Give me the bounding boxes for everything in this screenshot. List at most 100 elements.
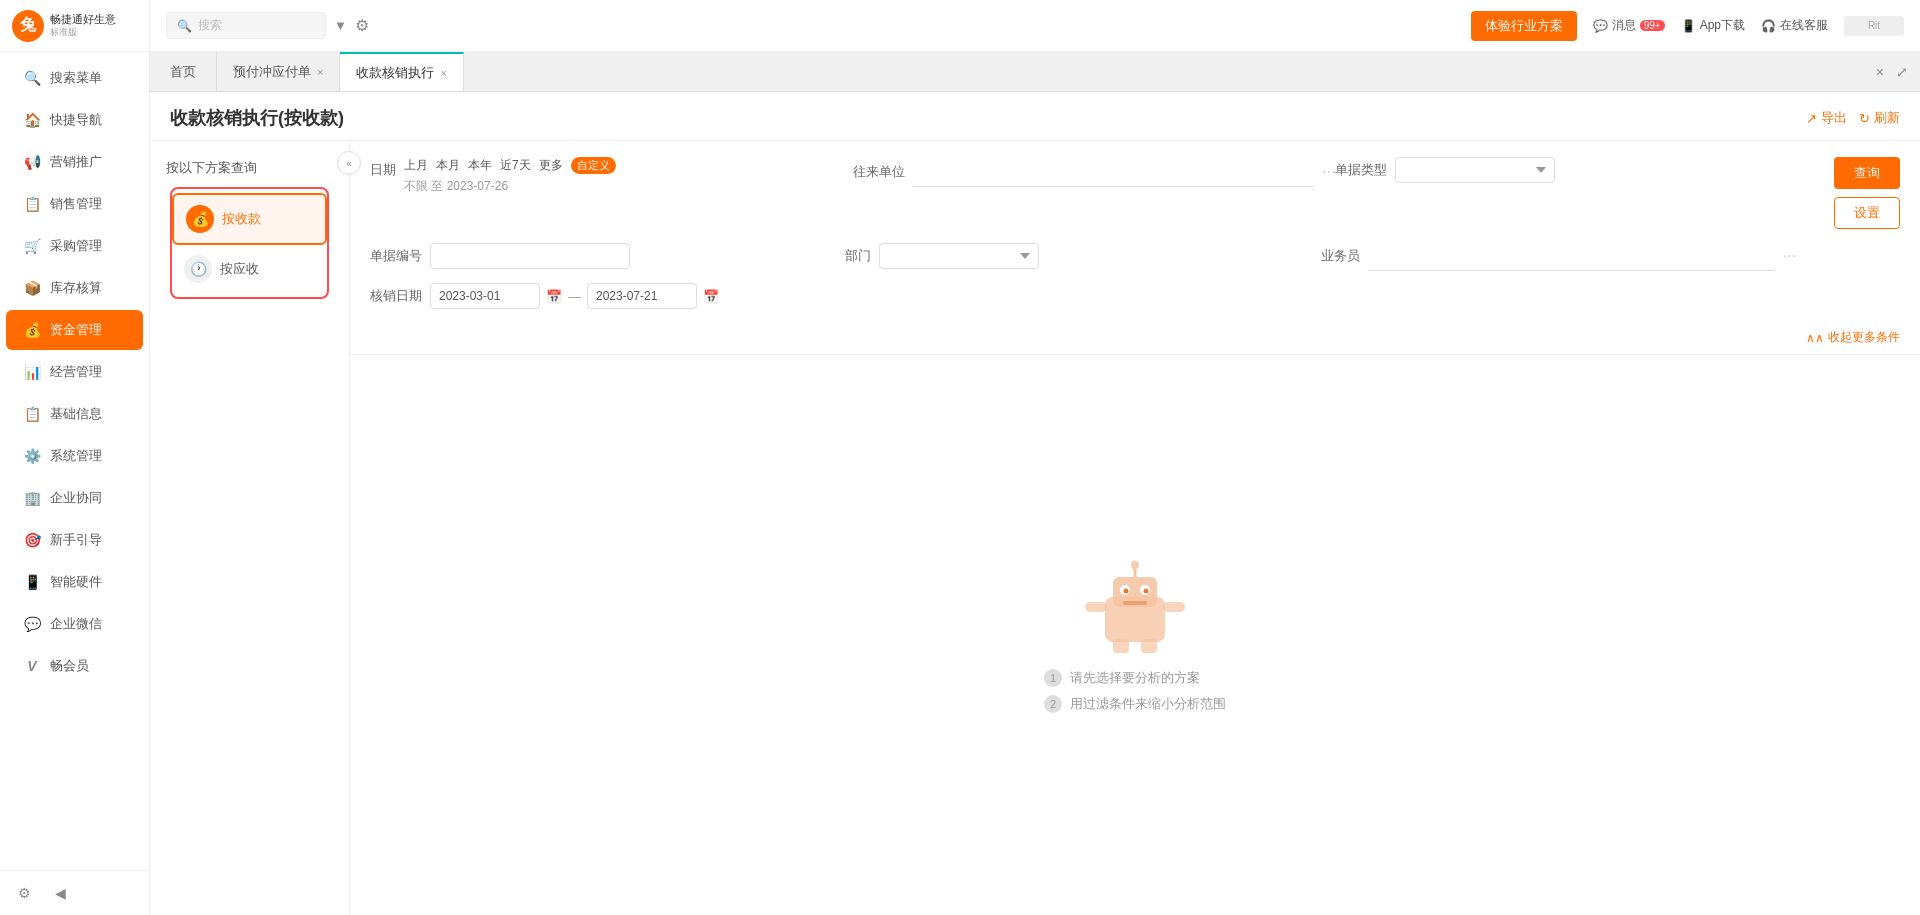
settings-bottom-icon[interactable]: ⚙: [12, 881, 36, 905]
step1-text: 请先选择要分析的方案: [1070, 669, 1200, 687]
operations-icon: 📊: [22, 362, 42, 382]
sidebar-item-quick-nav[interactable]: 🏠 快捷导航: [6, 100, 143, 140]
svg-point-4: [1124, 589, 1129, 594]
sidebar-item-search-menu[interactable]: 🔍 搜索菜单: [6, 58, 143, 98]
date-link-thismonth[interactable]: 本月: [436, 157, 460, 174]
sidebar-item-marketing[interactable]: 📢 营销推广: [6, 142, 143, 182]
sidebar-item-wechat[interactable]: 💬 企业微信: [6, 604, 143, 644]
sidebar-item-hardware[interactable]: 📱 智能硬件: [6, 562, 143, 602]
empty-step-2: 2 用过滤条件来缩小分析范围: [1044, 695, 1226, 713]
sidebar-item-basic-info[interactable]: 📋 基础信息: [6, 394, 143, 434]
filter-settings-button[interactable]: 设置: [1834, 197, 1900, 229]
date-link-more[interactable]: 更多: [539, 157, 563, 174]
sidebar-item-enterprise[interactable]: 🏢 企业协同: [6, 478, 143, 518]
message-badge: 99+: [1640, 20, 1665, 31]
collapse-more-button[interactable]: ∧∧ 收起更多条件: [350, 321, 1920, 354]
query-options-border: 💰 按收款 🕐 按应收: [170, 187, 329, 299]
by-receivable-icon: 🕐: [184, 255, 212, 283]
online-service-button[interactable]: 🎧 在线客服: [1761, 17, 1828, 34]
date-label: 日期: [370, 157, 396, 179]
doctype-select[interactable]: [1395, 157, 1555, 183]
query-button[interactable]: 查询: [1834, 157, 1900, 189]
search-box[interactable]: 🔍 搜索: [166, 12, 326, 39]
sidebar-item-inventory[interactable]: 📦 库存核算: [6, 268, 143, 308]
logo-icon: 兔: [12, 10, 44, 42]
sidebar-label-guide: 新手引导: [50, 531, 102, 549]
gear-icon-top[interactable]: ⚙: [355, 16, 369, 35]
marketing-icon: 📢: [22, 152, 42, 172]
query-option-by-receivable[interactable]: 🕐 按应收: [172, 245, 327, 293]
sidebar-item-system[interactable]: ⚙️ 系统管理: [6, 436, 143, 476]
tab-collection[interactable]: 收款核销执行 ×: [340, 52, 463, 91]
verify-date-filter-group: 核销日期 📅 — 📅: [370, 283, 845, 309]
step1-num: 1: [1044, 669, 1062, 687]
close-all-icon[interactable]: ×: [1876, 64, 1884, 80]
sidebar-label-marketing: 营销推广: [50, 153, 102, 171]
export-button[interactable]: ↗ 导出: [1806, 109, 1847, 127]
counterpart-label: 往来单位: [853, 163, 905, 181]
tabbar: 首页 预付冲应付单 × 收款核销执行 × × ⤢: [150, 52, 1920, 92]
sidebar-item-purchase[interactable]: 🛒 采购管理: [6, 226, 143, 266]
salesperson-label: 业务员: [1321, 247, 1360, 265]
date-links: 上月 本月 本年 近7天 更多 自定义: [404, 157, 616, 174]
dropdown-arrow-icon[interactable]: ▼: [334, 18, 347, 33]
sidebar-label-system: 系统管理: [50, 447, 102, 465]
page-title: 收款核销执行(按收款): [170, 106, 344, 130]
refresh-button[interactable]: ↻ 刷新: [1859, 109, 1900, 127]
counterpart-dots[interactable]: ···: [1322, 163, 1335, 181]
sidebar-item-operations[interactable]: 📊 经营管理: [6, 352, 143, 392]
online-service-label: 在线客服: [1780, 17, 1828, 34]
verify-date-start-input[interactable]: [430, 283, 540, 309]
sidebar-label-enterprise: 企业协同: [50, 489, 102, 507]
tab-prepay-label: 预付冲应付单: [233, 63, 311, 81]
salesperson-filter-group: 业务员 ···: [1321, 241, 1796, 271]
date-link-lastmonth[interactable]: 上月: [404, 157, 428, 174]
tab-home[interactable]: 首页: [150, 52, 217, 91]
salesperson-dots[interactable]: ···: [1783, 247, 1796, 265]
user-avatar[interactable]: Rit: [1844, 16, 1904, 36]
calendar-end-icon[interactable]: 📅: [703, 289, 719, 304]
page-header: 收款核销执行(按收款) ↗ 导出 ↻ 刷新: [150, 92, 1920, 141]
tab-prepay-close[interactable]: ×: [317, 66, 323, 78]
sidebar-label-sales: 销售管理: [50, 195, 102, 213]
sidebar-item-guide[interactable]: 🎯 新手引导: [6, 520, 143, 560]
sidebar-nav: 🔍 搜索菜单 🏠 快捷导航 📢 营销推广 📋 销售管理 🛒 采购管理 📦 库存核…: [0, 52, 149, 870]
sidebar-item-finance[interactable]: 💰 资金管理: [6, 310, 143, 350]
collapse-arrow-icon: ∧∧: [1806, 331, 1824, 345]
svg-rect-9: [1113, 639, 1129, 653]
tab-prepay[interactable]: 预付冲应付单 ×: [217, 52, 340, 91]
expand-icon[interactable]: ⤢: [1896, 64, 1908, 80]
app-download-button[interactable]: 📱 App下载: [1681, 17, 1745, 34]
sidebar-item-member[interactable]: V 畅会员: [6, 646, 143, 686]
panel-collapse-button[interactable]: «: [337, 151, 361, 175]
empty-step-1: 1 请先选择要分析的方案: [1044, 669, 1226, 687]
date-link-thisyear[interactable]: 本年: [468, 157, 492, 174]
collapse-sidebar-icon[interactable]: ◀: [48, 881, 72, 905]
robot-svg: [1075, 557, 1195, 657]
query-option-by-receipt[interactable]: 💰 按收款: [172, 193, 327, 245]
sidebar-item-sales[interactable]: 📋 销售管理: [6, 184, 143, 224]
date-link-7days[interactable]: 近7天: [500, 157, 531, 174]
logo-text-block: 畅捷通好生意 标准版: [50, 12, 116, 39]
refresh-label: 刷新: [1874, 109, 1900, 127]
filter-row-3: 核销日期 📅 — 📅: [350, 271, 1920, 321]
date-separator: —: [568, 289, 581, 304]
tab-collection-close[interactable]: ×: [440, 67, 446, 79]
solution-button[interactable]: 体验行业方案: [1471, 11, 1577, 41]
calendar-start-icon[interactable]: 📅: [546, 289, 562, 304]
docnum-input[interactable]: [430, 243, 630, 269]
date-filter-group: 日期 上月 本月 本年 近7天 更多 自定义 不限 至 20: [370, 157, 853, 195]
verify-date-range: 📅 — 📅: [430, 283, 719, 309]
verify-date-end-input[interactable]: [587, 283, 697, 309]
filter-row-1: 日期 上月 本月 本年 近7天 更多 自定义 不限 至 20: [350, 141, 1920, 229]
message-button[interactable]: 💬 消息 99+: [1593, 17, 1665, 34]
department-select[interactable]: [879, 243, 1039, 269]
tab-home-label: 首页: [170, 63, 196, 81]
guide-icon: 🎯: [22, 530, 42, 550]
counterpart-filter-group: 往来单位 ···: [853, 157, 1336, 187]
department-label: 部门: [845, 247, 871, 265]
filter-row-2: 单据编号 部门 业务员 ···: [350, 229, 1920, 271]
date-custom-tag[interactable]: 自定义: [571, 157, 616, 174]
main-area: 🔍 搜索 ▼ ⚙ 体验行业方案 💬 消息 99+ 📱 App下载 🎧 在线客服: [150, 0, 1920, 915]
user-name-placeholder: Rit: [1868, 20, 1880, 31]
